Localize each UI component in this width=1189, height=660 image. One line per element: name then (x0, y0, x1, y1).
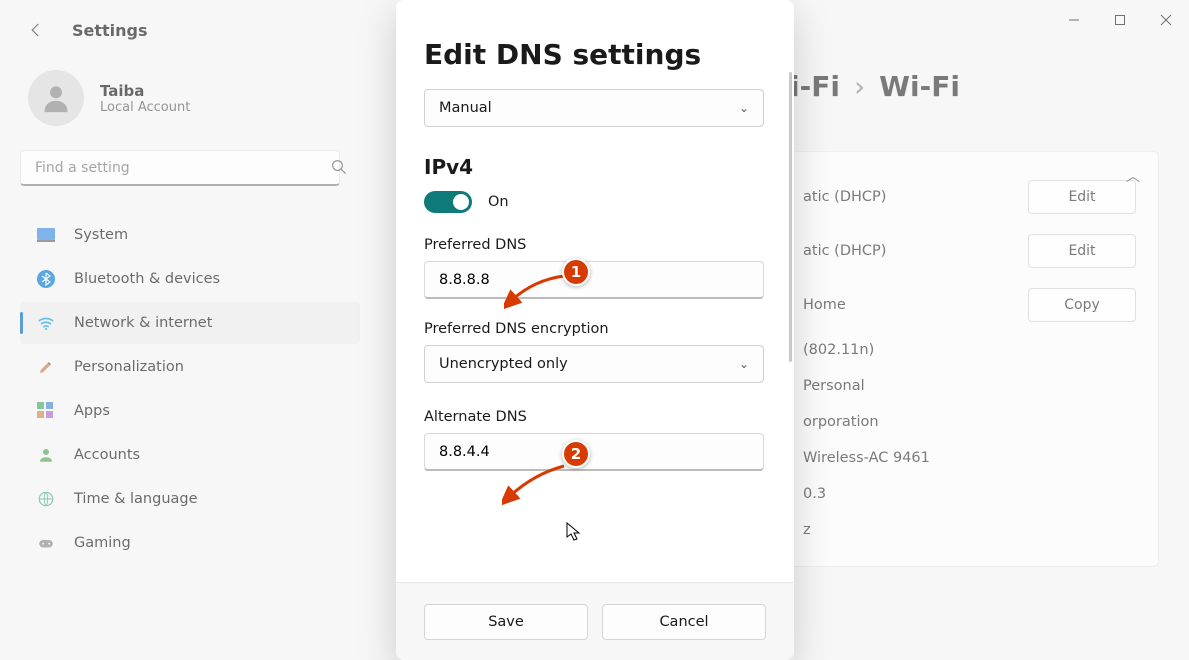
sidebar-item-system[interactable]: System (20, 214, 360, 256)
sidebar-item-label: Apps (74, 403, 110, 419)
alternate-dns-label: Alternate DNS (424, 409, 766, 425)
preferred-encryption-select[interactable]: Unencrypted only ⌄ (424, 345, 764, 383)
sidebar-item-label: Gaming (74, 535, 131, 551)
sidebar-item-accounts[interactable]: Accounts (20, 434, 360, 476)
cancel-button[interactable]: Cancel (602, 604, 766, 640)
sidebar-item-gaming[interactable]: Gaming (20, 522, 360, 564)
bluetooth-icon (36, 269, 56, 289)
sidebar-item-label: Bluetooth & devices (74, 271, 220, 287)
close-button[interactable] (1143, 0, 1189, 40)
ipv4-heading: IPv4 (424, 155, 766, 179)
chevron-up-icon[interactable]: ︿ (1126, 166, 1140, 186)
preferred-dns-label: Preferred DNS (424, 237, 766, 253)
cursor-icon (566, 522, 582, 546)
user-subtitle: Local Account (100, 100, 190, 115)
annotation-badge-2: 2 (562, 440, 590, 468)
annotation-badge-1: 1 (562, 258, 590, 286)
alternate-dns-input[interactable] (424, 433, 764, 471)
avatar (28, 70, 84, 126)
sidebar-item-personalization[interactable]: Personalization (20, 346, 360, 388)
dns-mode-select[interactable]: Manual ⌄ (424, 89, 764, 127)
preferred-dns-input[interactable] (424, 261, 764, 299)
ipv4-toggle[interactable] (424, 191, 472, 213)
wifi-details-card: ︿ atic (DHCP)Edit atic (DHCP)Edit HomeCo… (780, 151, 1159, 567)
sidebar-item-time[interactable]: Time & language (20, 478, 360, 520)
maximize-button[interactable] (1097, 0, 1143, 40)
sidebar-item-label: Network & internet (74, 315, 212, 331)
dialog-title: Edit DNS settings (424, 38, 766, 71)
accounts-icon (36, 445, 56, 465)
edit-button[interactable]: Edit (1028, 234, 1136, 268)
sidebar-item-bluetooth[interactable]: Bluetooth & devices (20, 258, 360, 300)
user-block[interactable]: Taiba Local Account (20, 70, 360, 126)
edit-dns-dialog: Edit DNS settings Manual ⌄ IPv4 On Prefe… (396, 0, 794, 660)
sidebar-item-label: Accounts (74, 447, 140, 463)
edit-button[interactable]: Edit (1028, 180, 1136, 214)
toggle-label: On (488, 194, 509, 210)
wifi-icon (36, 313, 56, 333)
sidebar-item-label: System (74, 227, 128, 243)
preferred-encryption-label: Preferred DNS encryption (424, 321, 766, 337)
chevron-down-icon: ⌄ (739, 357, 749, 371)
app-title: Settings (72, 21, 148, 40)
system-icon (36, 225, 56, 245)
sidebar-item-network[interactable]: Network & internet (20, 302, 360, 344)
globe-icon (36, 489, 56, 509)
sidebar-item-label: Time & language (74, 491, 198, 507)
brush-icon (36, 357, 56, 377)
scrollbar[interactable] (789, 72, 792, 362)
user-name: Taiba (100, 82, 190, 100)
sidebar-item-apps[interactable]: Apps (20, 390, 360, 432)
sidebar-item-label: Personalization (74, 359, 184, 375)
annotation-arrow-2 (502, 462, 574, 506)
search-icon (330, 158, 348, 180)
search-input[interactable] (20, 150, 340, 186)
gaming-icon (36, 533, 56, 553)
copy-button[interactable]: Copy (1028, 288, 1136, 322)
chevron-down-icon: ⌄ (739, 101, 749, 115)
save-button[interactable]: Save (424, 604, 588, 640)
back-button[interactable] (24, 18, 48, 42)
minimize-button[interactable] (1051, 0, 1097, 40)
apps-icon (36, 401, 56, 421)
